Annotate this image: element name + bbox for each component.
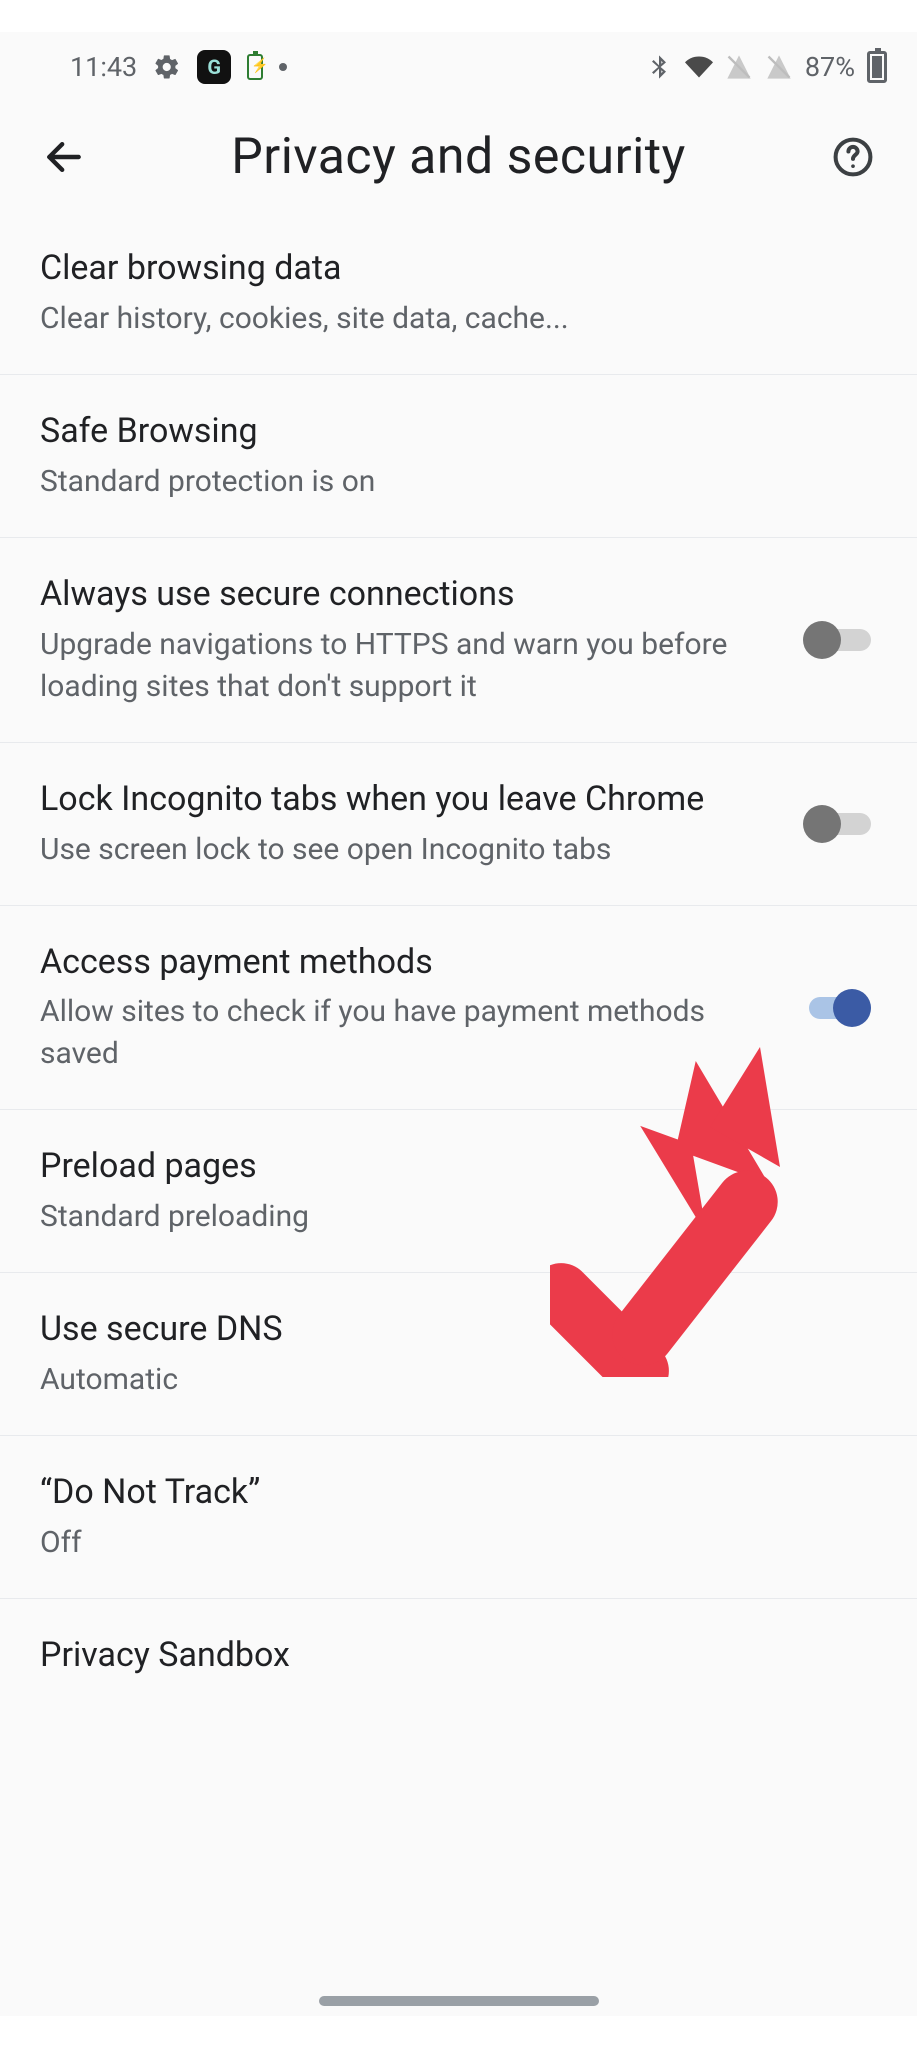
row-title: Always use secure connections	[40, 572, 783, 618]
preload-pages-row[interactable]: Preload pages Standard preloading	[0, 1110, 917, 1273]
row-title: Lock Incognito tabs when you leave Chrom…	[40, 777, 783, 823]
settings-list: Clear browsing data Clear history, cooki…	[0, 212, 917, 1695]
row-title: “Do Not Track”	[40, 1470, 857, 1516]
bluetooth-icon	[645, 53, 673, 81]
row-title: Safe Browsing	[40, 409, 857, 455]
help-button[interactable]	[825, 129, 881, 185]
row-subtitle: Standard protection is on	[40, 461, 857, 503]
lock-incognito-row[interactable]: Lock Incognito tabs when you leave Chrom…	[0, 743, 917, 906]
battery-percent: 87%	[805, 51, 855, 83]
row-title: Use secure DNS	[40, 1307, 857, 1353]
row-subtitle: Allow sites to check if you have payment…	[40, 991, 783, 1075]
row-subtitle: Upgrade navigations to HTTPS and warn yo…	[40, 624, 783, 708]
always-https-row[interactable]: Always use secure connections Upgrade na…	[0, 538, 917, 743]
row-subtitle: Automatic	[40, 1359, 857, 1401]
app-bar: Privacy and security	[0, 102, 917, 212]
row-title: Privacy Sandbox	[40, 1633, 857, 1679]
no-sim-icon-2	[765, 53, 793, 81]
row-subtitle: Clear history, cookies, site data, cache…	[40, 298, 857, 340]
row-subtitle: Off	[40, 1522, 857, 1564]
battery-icon	[867, 51, 887, 83]
row-subtitle: Standard preloading	[40, 1196, 857, 1238]
row-title: Clear browsing data	[40, 246, 857, 292]
status-bar: 11:43 G ⚡ 87%	[0, 32, 917, 102]
more-notifications-dot-icon	[279, 63, 287, 71]
access-payment-toggle[interactable]	[803, 989, 871, 1027]
lock-incognito-toggle[interactable]	[803, 805, 871, 843]
do-not-track-row[interactable]: “Do Not Track” Off	[0, 1436, 917, 1599]
page-title: Privacy and security	[122, 128, 795, 186]
status-time: 11:43	[70, 51, 137, 83]
access-payment-row[interactable]: Access payment methods Allow sites to ch…	[0, 906, 917, 1111]
gear-icon	[153, 53, 181, 81]
clear-browsing-data-row[interactable]: Clear browsing data Clear history, cooki…	[0, 212, 917, 375]
row-title: Access payment methods	[40, 940, 783, 986]
wifi-icon	[685, 53, 713, 81]
secure-dns-row[interactable]: Use secure DNS Automatic	[0, 1273, 917, 1436]
battery-saver-icon: ⚡	[247, 54, 263, 80]
app-notification-badge: G	[197, 50, 231, 84]
safe-browsing-row[interactable]: Safe Browsing Standard protection is on	[0, 375, 917, 538]
row-title: Preload pages	[40, 1144, 857, 1190]
no-sim-icon	[725, 53, 753, 81]
always-https-toggle[interactable]	[803, 621, 871, 659]
row-subtitle: Use screen lock to see open Incognito ta…	[40, 829, 783, 871]
back-button[interactable]	[36, 129, 92, 185]
privacy-sandbox-row[interactable]: Privacy Sandbox	[0, 1599, 917, 1695]
gesture-nav-bar[interactable]	[319, 1996, 599, 2006]
